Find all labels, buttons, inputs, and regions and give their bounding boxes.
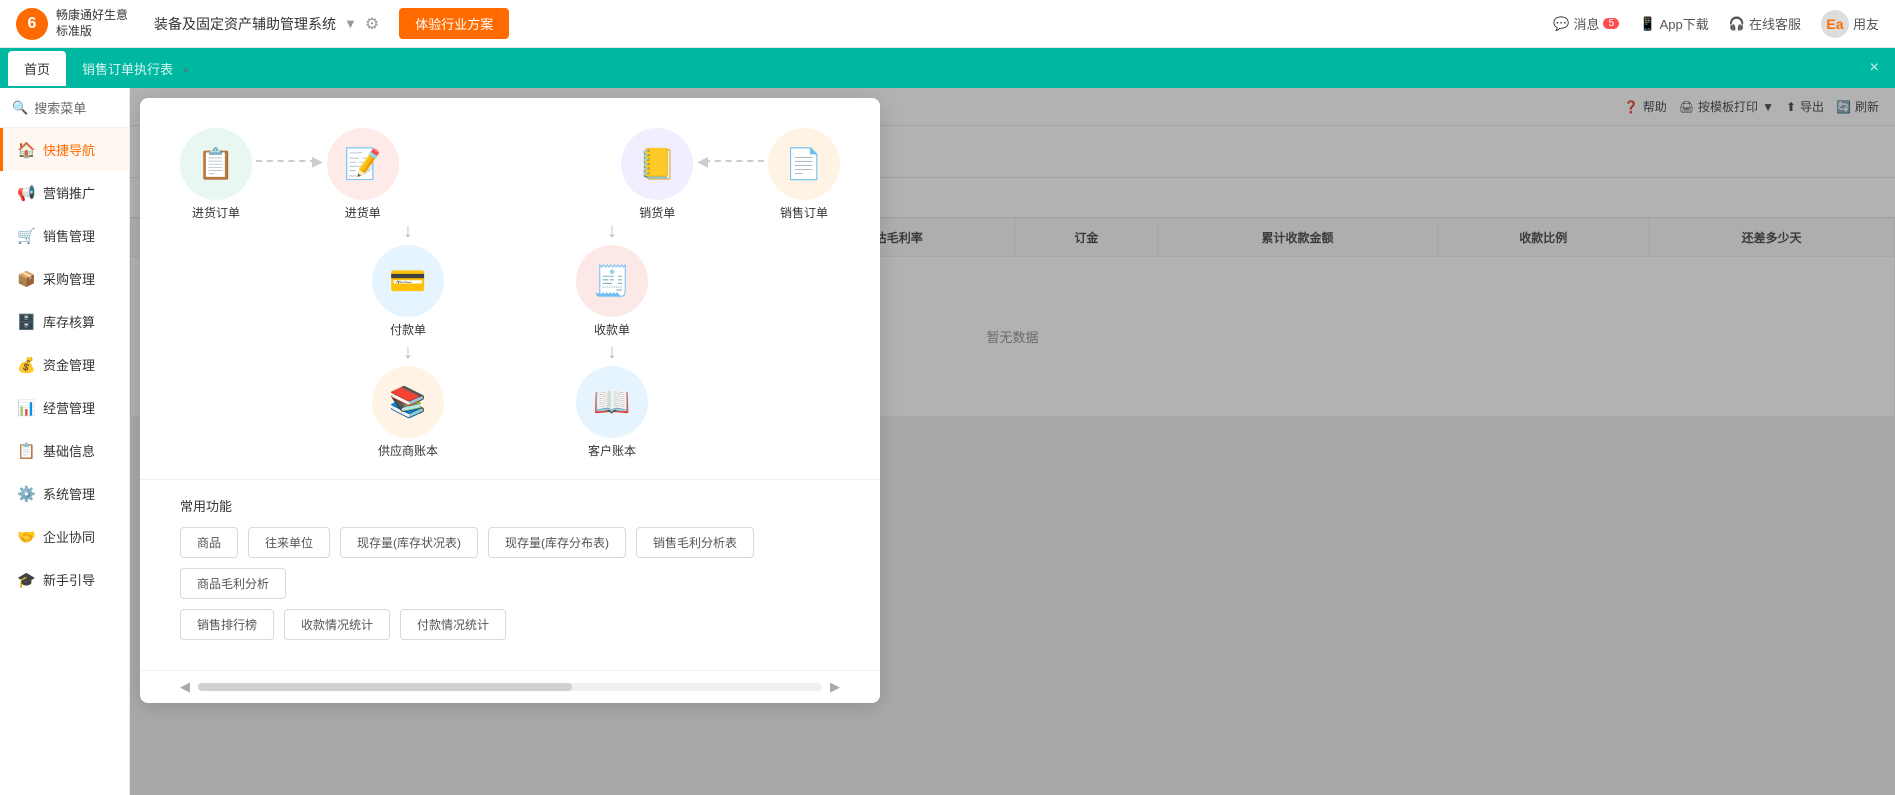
func-btn-stock-dist[interactable]: 现存量(库存分布表) — [488, 527, 626, 558]
arrow-sales-order-to-bill: ◀ — [693, 153, 768, 169]
sidebar-item-quick-nav[interactable]: 🏠 快捷导航 — [0, 128, 129, 171]
func-btn-receipt-stats[interactable]: 收款情况统计 — [284, 609, 390, 640]
system-dropdown-icon[interactable]: ▼ — [344, 16, 357, 31]
func-btn-payment-stats[interactable]: 付款情况统计 — [400, 609, 506, 640]
scroll-left-icon[interactable]: ◀ — [180, 679, 190, 695]
logo-area: 6 畅康通好生意 标准版 — [16, 8, 146, 40]
message-btn[interactable]: 💬 消息 5 — [1553, 14, 1619, 33]
app-download-btn[interactable]: 📱 App下载 — [1639, 14, 1708, 33]
purchase-icon: 📦 — [17, 270, 35, 288]
logo-text: 畅康通好生意 标准版 — [56, 8, 128, 39]
trial-btn[interactable]: 体验行业方案 — [399, 8, 509, 39]
functions-section: 常用功能 商品 往来单位 现存量(库存状况表) 现存量(库存分布表) 销售毛利分… — [140, 479, 880, 670]
modal-overlay: 📋 进货订单 ▶ 📝 — [130, 88, 1895, 795]
system-name: 装备及固定资产辅助管理系统 — [154, 14, 336, 34]
flow-node-sales-order[interactable]: 📄 销售订单 — [768, 128, 840, 221]
close-all-tabs-icon[interactable]: × — [1862, 55, 1887, 81]
scroll-bar-area: ◀ ▶ — [140, 670, 880, 703]
content-area: ❓ 帮助 🖨 按模板打印 ▼ ⬆ 导出 🔄 刷新 📅 📅 — [130, 88, 1895, 795]
sidebar-item-marketing[interactable]: 📢 营销推广 — [0, 171, 129, 214]
flow-node-purchase-bill[interactable]: 📝 进货单 — [327, 128, 399, 221]
tab-sales-order-exec[interactable]: 销售订单执行表 × — [66, 51, 205, 86]
flow-node-purchase-order[interactable]: 📋 进货订单 — [180, 128, 252, 221]
coop-icon: 🤝 — [17, 528, 35, 546]
sys-icon: ⚙️ — [17, 485, 35, 503]
search-icon: 🔍 — [12, 100, 28, 116]
gear-icon[interactable]: ⚙ — [365, 14, 379, 34]
tab-home[interactable]: 首页 — [8, 51, 66, 86]
avatar: Ea — [1821, 10, 1849, 38]
func-btn-partners[interactable]: 往来单位 — [248, 527, 330, 558]
flow-node-customer-ledger[interactable]: 📖 客户账本 — [576, 366, 648, 459]
func-btn-goods[interactable]: 商品 — [180, 527, 238, 558]
logo-icon: 6 — [16, 8, 48, 40]
scroll-track — [198, 683, 822, 691]
func-btn-goods-profit[interactable]: 商品毛利分析 — [180, 568, 286, 599]
newbie-icon: 🎓 — [17, 571, 35, 589]
func-btn-sales-profit[interactable]: 销售毛利分析表 — [636, 527, 754, 558]
marketing-icon: 📢 — [17, 184, 35, 202]
inventory-icon: 🗄️ — [17, 313, 35, 331]
sidebar-item-purchase[interactable]: 📦 采购管理 — [0, 257, 129, 300]
functions-title: 常用功能 — [180, 480, 840, 515]
nav-tabs: 首页 销售订单执行表 × × — [0, 48, 1895, 88]
sidebar-item-enterprise-coop[interactable]: 🤝 企业协同 — [0, 515, 129, 558]
headset-icon: 🎧 — [1729, 16, 1745, 32]
flow-node-supplier-ledger[interactable]: 📚 供应商账本 — [372, 366, 444, 459]
sidebar-item-inventory[interactable]: 🗄️ 库存核算 — [0, 300, 129, 343]
online-service-btn[interactable]: 🎧 在线客服 — [1729, 14, 1801, 33]
sidebar-item-sales[interactable]: 🛒 销售管理 — [0, 214, 129, 257]
system-title-area: 装备及固定资产辅助管理系统 ▼ ⚙ 体验行业方案 — [154, 8, 1553, 39]
arrow-purchase-order-to-bill: ▶ — [252, 153, 327, 169]
user-avatar-area[interactable]: Ea 用友 — [1821, 10, 1879, 38]
sidebar-search[interactable]: 🔍 搜索菜单 — [0, 88, 129, 128]
flow-section: 📋 进货订单 ▶ 📝 — [140, 98, 880, 479]
flow-node-sales-bill[interactable]: 📒 销货单 — [621, 128, 693, 221]
flow-node-receipt-bill[interactable]: 🧾 收款单 — [576, 245, 648, 338]
function-btns-row2: 销售排行榜 收款情况统计 付款情况统计 — [180, 609, 840, 640]
message-badge: 5 — [1603, 18, 1619, 29]
scroll-thumb[interactable] — [198, 683, 572, 691]
message-icon: 💬 — [1553, 16, 1569, 32]
flow-node-payment-bill[interactable]: 💳 付款单 — [372, 245, 444, 338]
sidebar-item-newbie[interactable]: 🎓 新手引导 — [0, 558, 129, 601]
sidebar-item-finance[interactable]: 💰 资金管理 — [0, 343, 129, 386]
sidebar-item-basic-info[interactable]: 📋 基础信息 — [0, 429, 129, 472]
basic-info-icon: 📋 — [17, 442, 35, 460]
func-btn-stock-status[interactable]: 现存量(库存状况表) — [340, 527, 478, 558]
sidebar-item-ops[interactable]: 📊 经营管理 — [0, 386, 129, 429]
scroll-right-icon[interactable]: ▶ — [830, 679, 840, 695]
finance-icon: 💰 — [17, 356, 35, 374]
tab-close-icon[interactable]: × — [183, 65, 189, 77]
modal-box: 📋 进货订单 ▶ 📝 — [140, 98, 880, 703]
sales-icon: 🛒 — [17, 227, 35, 245]
phone-icon: 📱 — [1639, 16, 1655, 32]
home-icon: 🏠 — [17, 141, 35, 159]
ops-icon: 📊 — [17, 399, 35, 417]
function-btns-row1: 商品 往来单位 现存量(库存状况表) 现存量(库存分布表) 销售毛利分析表 商品… — [180, 527, 840, 599]
sidebar-item-sys-mgmt[interactable]: ⚙️ 系统管理 — [0, 472, 129, 515]
sidebar: 🔍 搜索菜单 🏠 快捷导航 📢 营销推广 🛒 销售管理 📦 采购管理 🗄️ 库存… — [0, 88, 130, 795]
header-right: 💬 消息 5 📱 App下载 🎧 在线客服 Ea 用友 — [1553, 10, 1879, 38]
func-btn-sales-rank[interactable]: 销售排行榜 — [180, 609, 274, 640]
